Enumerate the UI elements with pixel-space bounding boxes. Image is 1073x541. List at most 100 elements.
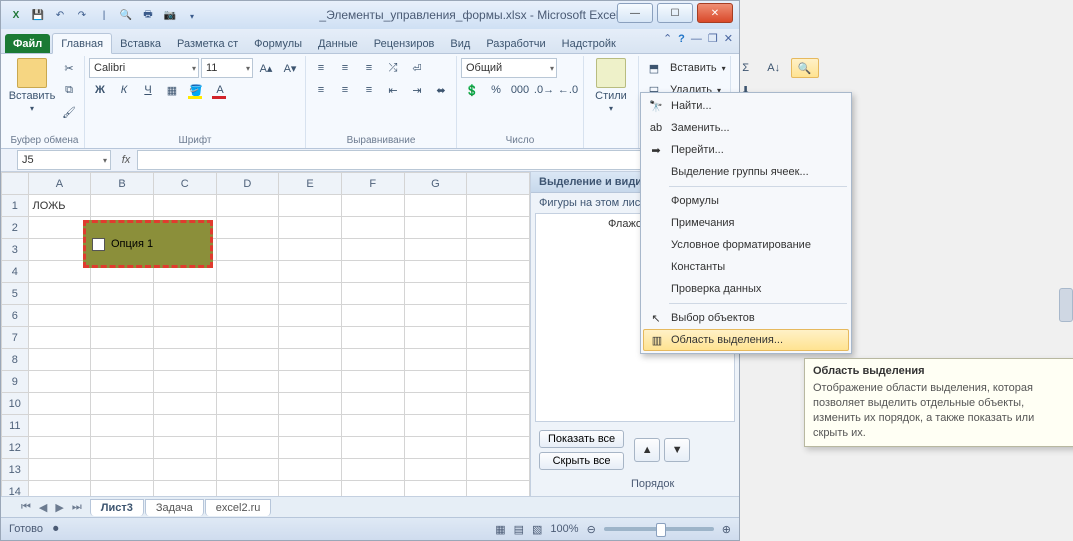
insert-cells-button[interactable]: Вставить (667, 62, 720, 74)
col-header[interactable]: C (153, 173, 216, 195)
menu-data-validation[interactable]: Проверка данных (643, 278, 849, 300)
number-format-combo[interactable]: Общий (461, 58, 557, 78)
menu-selection-pane[interactable]: ▥Область выделения... (643, 329, 849, 351)
excel-icon[interactable]: X (7, 6, 25, 24)
menu-find[interactable]: 🔭Найти... (643, 95, 849, 117)
view-pagebreak-icon[interactable]: ▧ (532, 523, 542, 536)
sort-filter-icon[interactable]: A↓ (760, 58, 788, 78)
row-header[interactable]: 8 (2, 349, 29, 371)
redo-icon[interactable]: ↷ (73, 6, 91, 24)
sheet-tab[interactable]: Задача (145, 499, 204, 516)
orientation-icon[interactable]: ⤮ (382, 58, 404, 78)
view-pagelayout-icon[interactable]: ▤ (514, 523, 524, 536)
select-all-corner[interactable] (2, 173, 29, 195)
font-color-button[interactable]: A (209, 80, 231, 100)
menu-goto-special[interactable]: Выделение группы ячеек... (643, 161, 849, 183)
paste-button[interactable]: Вставить ▾ (9, 58, 55, 124)
row-header[interactable]: 9 (2, 371, 29, 393)
tab-nav-first-icon[interactable]: ⏮ (21, 501, 31, 514)
tab-data[interactable]: Данные (310, 34, 366, 53)
mdi-restore-icon[interactable]: ❐ (708, 32, 718, 45)
macro-record-icon[interactable]: ⏺ (53, 523, 59, 536)
grow-font-icon[interactable]: A▴ (255, 58, 277, 78)
row-header[interactable]: 11 (2, 415, 29, 437)
zoom-pct[interactable]: 100% (550, 523, 578, 535)
close-button[interactable]: ✕ (697, 3, 733, 23)
dec-decimal-icon[interactable]: ←.0 (557, 80, 579, 100)
checkbox-box-icon[interactable] (92, 238, 105, 251)
row-header[interactable]: 13 (2, 459, 29, 481)
align-bottom-icon[interactable]: ≡ (358, 58, 380, 78)
ribbon-min-icon[interactable]: ⌃ (663, 32, 672, 45)
merge-cells-icon[interactable]: ⬌ (430, 80, 452, 100)
sheet-tab[interactable]: excel2.ru (205, 499, 272, 516)
vertical-scrollbar[interactable] (1059, 288, 1073, 322)
fx-icon[interactable]: fx (115, 154, 137, 166)
align-center-icon[interactable]: ≡ (334, 80, 356, 100)
move-down-icon[interactable]: ▼ (664, 438, 690, 462)
camera-icon[interactable]: 📷 (161, 6, 179, 24)
italic-button[interactable]: К (113, 80, 135, 100)
format-painter-icon[interactable]: 🖌 (58, 102, 80, 122)
indent-dec-icon[interactable]: ⇤ (382, 80, 404, 100)
col-header[interactable] (467, 173, 530, 195)
align-top-icon[interactable]: ≡ (310, 58, 332, 78)
row-header[interactable]: 5 (2, 283, 29, 305)
tab-review[interactable]: Рецензиров (366, 34, 443, 53)
tab-addins[interactable]: Надстройк (554, 34, 624, 53)
zoom-in-icon[interactable]: ⊕ (722, 523, 731, 536)
worksheet[interactable]: A B C D E F G 1ЛОЖЬ 2 3 4 5 6 7 8 9 10 (1, 172, 530, 496)
insert-cells-icon[interactable]: ⬒ (643, 58, 665, 78)
row-header[interactable]: 3 (2, 239, 29, 261)
tab-insert[interactable]: Вставка (112, 34, 169, 53)
move-up-icon[interactable]: ▲ (634, 438, 660, 462)
font-name-combo[interactable]: Calibri (89, 58, 199, 78)
row-header[interactable]: 4 (2, 261, 29, 283)
row-header[interactable]: 12 (2, 437, 29, 459)
zoom-slider[interactable] (604, 527, 714, 531)
tab-nav-prev-icon[interactable]: ◀ (39, 501, 47, 514)
show-all-button[interactable]: Показать все (539, 430, 624, 448)
menu-goto[interactable]: ➡Перейти... (643, 139, 849, 161)
row-header[interactable]: 14 (2, 481, 29, 497)
comma-icon[interactable]: 000 (509, 80, 531, 100)
menu-formulas[interactable]: Формулы (643, 190, 849, 212)
tab-developer[interactable]: Разработчи (478, 34, 553, 53)
menu-constants[interactable]: Константы (643, 256, 849, 278)
row-header[interactable]: 10 (2, 393, 29, 415)
name-box[interactable]: J5 (17, 150, 111, 170)
copy-icon[interactable]: ⧉ (58, 80, 80, 100)
checkbox-shape[interactable]: Опция 1 (83, 220, 213, 268)
maximize-button[interactable]: ☐ (657, 3, 693, 23)
align-right-icon[interactable]: ≡ (358, 80, 380, 100)
styles-button[interactable]: Стили▾ (588, 58, 634, 124)
sheet-tab[interactable]: Лист3 (90, 499, 144, 516)
row-header[interactable]: 7 (2, 327, 29, 349)
print-icon[interactable]: 🖶 (139, 6, 157, 24)
shrink-font-icon[interactable]: A▾ (279, 58, 301, 78)
tab-page-layout[interactable]: Разметка ст (169, 34, 246, 53)
row-header[interactable]: 1 (2, 195, 29, 217)
save-icon[interactable]: 💾 (29, 6, 47, 24)
row-header[interactable]: 6 (2, 305, 29, 327)
fill-color-button[interactable]: 🪣 (185, 80, 207, 100)
align-middle-icon[interactable]: ≡ (334, 58, 356, 78)
tab-nav-last-icon[interactable]: ⏭ (72, 501, 82, 514)
cut-icon[interactable]: ✂ (58, 58, 80, 78)
tab-home[interactable]: Главная (52, 33, 112, 54)
indent-inc-icon[interactable]: ⇥ (406, 80, 428, 100)
zoom-out-icon[interactable]: ⊖ (587, 523, 596, 536)
col-header[interactable]: G (404, 173, 467, 195)
undo-icon[interactable]: ↶ (51, 6, 69, 24)
col-header[interactable]: F (341, 173, 404, 195)
mdi-close-icon[interactable]: ✕ (724, 32, 733, 45)
accounting-icon[interactable]: 💲 (461, 80, 483, 100)
tab-formulas[interactable]: Формулы (246, 34, 310, 53)
help-icon[interactable]: ? (678, 33, 685, 45)
view-normal-icon[interactable]: ▦ (495, 523, 505, 536)
menu-comments[interactable]: Примечания (643, 212, 849, 234)
underline-button[interactable]: Ч (137, 80, 159, 100)
percent-icon[interactable]: % (485, 80, 507, 100)
autosum-icon[interactable]: Σ (735, 58, 757, 78)
hide-all-button[interactable]: Скрыть все (539, 452, 624, 470)
